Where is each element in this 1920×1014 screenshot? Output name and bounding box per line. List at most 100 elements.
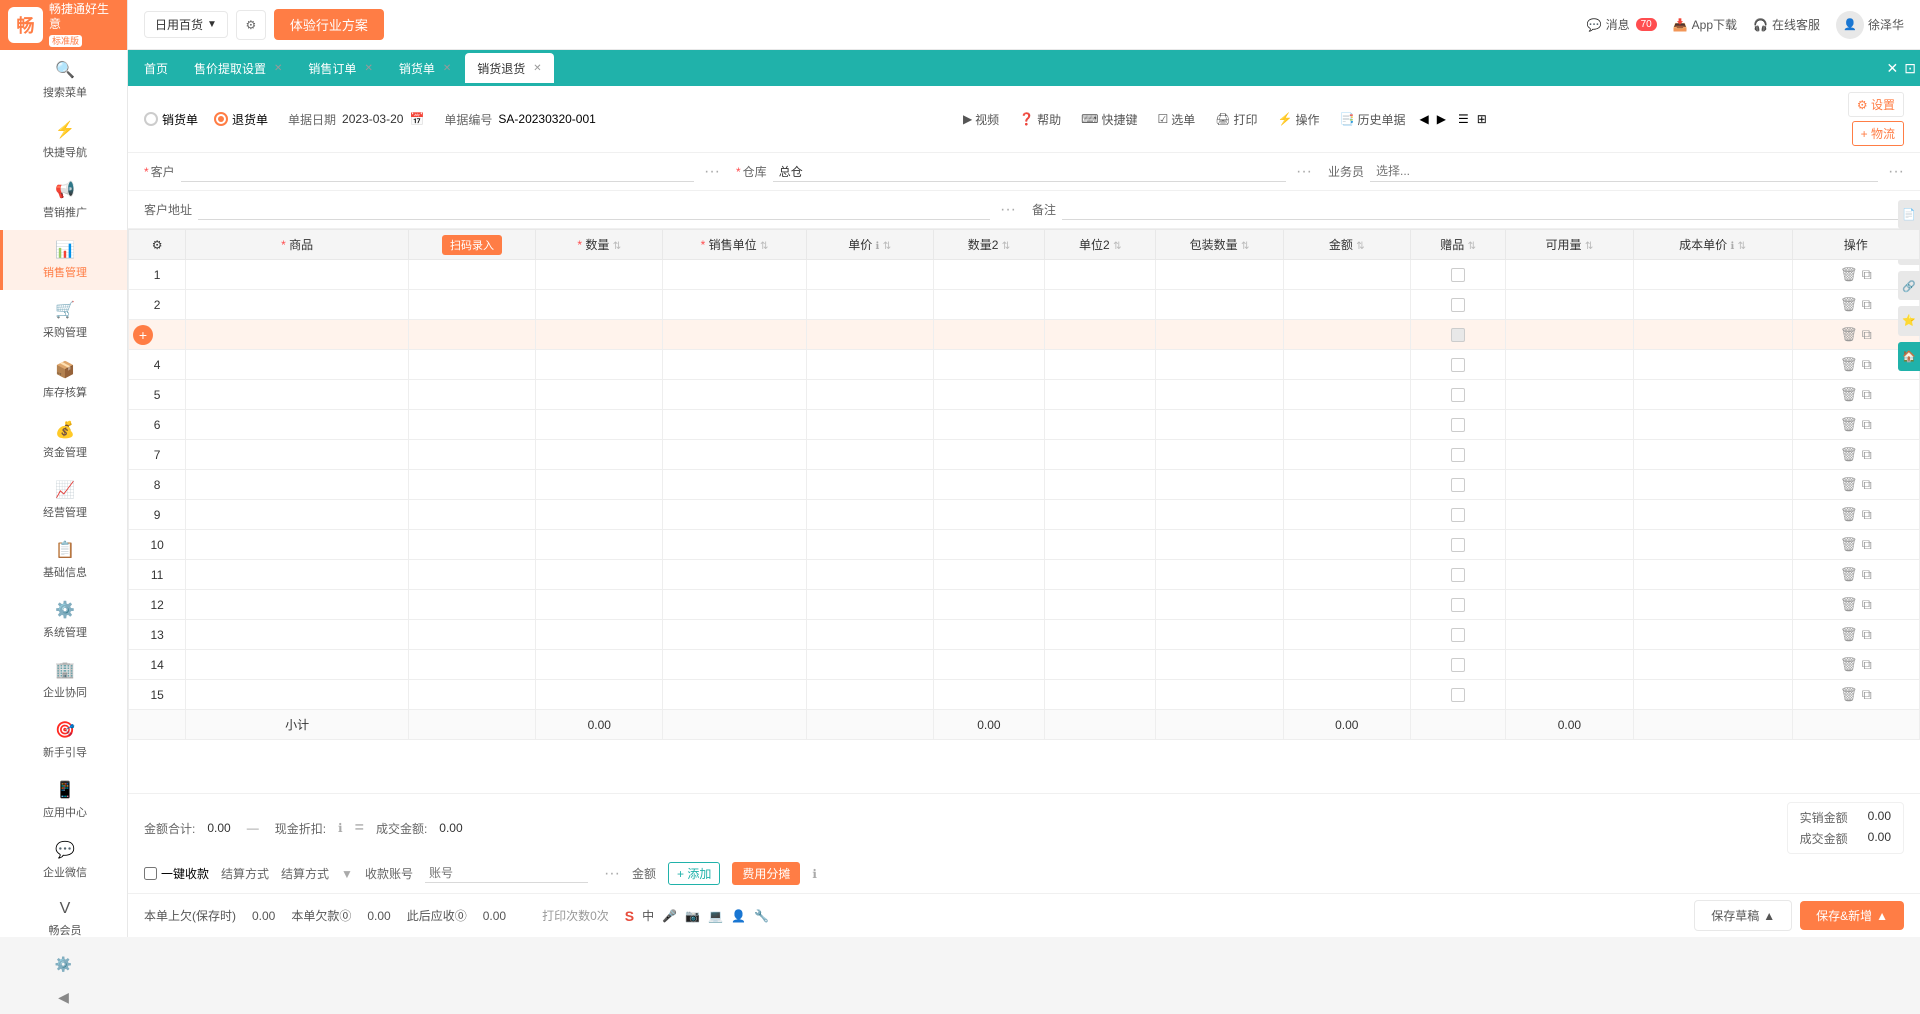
th-settings[interactable]: ⚙ xyxy=(129,230,186,260)
price-sort-icon[interactable]: ⇅ xyxy=(883,241,891,252)
cost-sort-icon[interactable]: ⇅ xyxy=(1738,241,1746,252)
gift-checkbox[interactable] xyxy=(1451,538,1465,552)
add-row-btn[interactable]: + xyxy=(133,325,153,345)
taskbar-icon4[interactable]: 👤 xyxy=(731,909,746,923)
close-tab-btn[interactable]: ✕ xyxy=(1887,60,1899,77)
tab-close-sales-return[interactable]: ✕ xyxy=(533,63,541,74)
price-cell[interactable] xyxy=(806,320,933,350)
nav-prev-icon[interactable]: ◀ xyxy=(1419,112,1428,126)
customer-input[interactable] xyxy=(181,161,694,182)
unit-cell[interactable] xyxy=(663,290,806,320)
experience-btn[interactable]: 体验行业方案 xyxy=(274,9,384,40)
gift-checkbox[interactable] xyxy=(1451,478,1465,492)
delete-row-btn[interactable]: 🗑 xyxy=(1840,656,1858,673)
sidebar-item-marketing[interactable]: 📢 营销推广 xyxy=(0,170,127,230)
unit-cell[interactable] xyxy=(663,260,806,290)
taskbar-icon2[interactable]: 📷 xyxy=(685,909,700,923)
sidebar-collapse-btn[interactable]: ◀ xyxy=(0,981,127,1014)
gift-cell[interactable] xyxy=(1410,320,1505,350)
qty-sort-icon[interactable]: ⇅ xyxy=(613,241,621,252)
toolbar-help-btn[interactable]: ❓ 帮助 xyxy=(1013,109,1067,130)
tab-price-setting[interactable]: 售价提取设置 ✕ xyxy=(182,53,294,83)
pack-cell[interactable] xyxy=(1156,260,1283,290)
salesperson-picker-btn[interactable]: ··· xyxy=(1888,163,1904,181)
qty2-cell[interactable] xyxy=(933,290,1044,320)
qty2-cell[interactable] xyxy=(933,320,1044,350)
delete-row-btn[interactable]: 🗑 xyxy=(1840,326,1858,343)
sidebar-item-purchase[interactable]: 🛒 采购管理 xyxy=(0,290,127,350)
goods-cell[interactable] xyxy=(186,260,409,290)
toolbar-video-btn[interactable]: ▶ 视频 xyxy=(957,109,1005,130)
gift-checkbox[interactable] xyxy=(1451,298,1465,312)
account-picker-btn[interactable]: ··· xyxy=(604,865,620,883)
copy-row-btn[interactable]: ⧉ xyxy=(1862,296,1872,313)
qty2-cell[interactable] xyxy=(933,260,1044,290)
copy-row-btn[interactable]: ⧉ xyxy=(1862,596,1872,613)
gift-checkbox[interactable] xyxy=(1451,628,1465,642)
sidebar-item-wechat[interactable]: 💬 企业微信 xyxy=(0,830,127,890)
float-link-btn[interactable]: 🔗 xyxy=(1898,271,1920,300)
gift-checkbox[interactable] xyxy=(1451,358,1465,372)
copy-row-btn[interactable]: ⧉ xyxy=(1862,266,1872,283)
tab-close-price-setting[interactable]: ✕ xyxy=(274,63,282,74)
scan-input-btn[interactable]: 扫码录入 xyxy=(442,235,502,255)
taskbar-icon1[interactable]: 🎤 xyxy=(662,909,677,923)
goods-input[interactable] xyxy=(186,324,408,346)
online-service-btn[interactable]: 🎧 在线客服 xyxy=(1753,16,1820,33)
tab-sales-order[interactable]: 销售订单 ✕ xyxy=(296,53,384,83)
gift-cell[interactable] xyxy=(1410,290,1505,320)
nav-next-icon[interactable]: ▶ xyxy=(1437,112,1446,126)
expense-info-icon[interactable]: ℹ xyxy=(812,867,817,881)
toolbar-print-btn[interactable]: 🖨 打印 xyxy=(1209,109,1263,130)
gift-checkbox[interactable] xyxy=(1451,418,1465,432)
sidebar-item-guide[interactable]: 🎯 新手引导 xyxy=(0,710,127,770)
tab-close-sales-delivery[interactable]: ✕ xyxy=(443,63,451,74)
gift-checkbox[interactable] xyxy=(1451,448,1465,462)
cost-cell[interactable] xyxy=(1633,290,1792,320)
tab-home[interactable]: 首页 xyxy=(132,53,180,83)
tab-close-sales-order[interactable]: ✕ xyxy=(364,63,372,74)
delete-row-btn[interactable]: 🗑 xyxy=(1840,506,1858,523)
goods-cell[interactable] xyxy=(186,290,409,320)
radio-return[interactable]: 退货单 xyxy=(214,111,268,128)
delete-row-btn[interactable]: 🗑 xyxy=(1840,356,1858,373)
delete-row-btn[interactable]: 🗑 xyxy=(1840,266,1858,283)
app-download-btn[interactable]: 📥 App下载 xyxy=(1673,16,1737,33)
sidebar-item-member[interactable]: V 畅会员 xyxy=(0,890,127,948)
th-scan-btn[interactable]: 扫码录入 xyxy=(408,230,535,260)
qty-cell[interactable] xyxy=(536,290,663,320)
discount-info-icon[interactable]: ℹ xyxy=(338,821,343,835)
delete-row-btn[interactable]: 🗑 xyxy=(1840,476,1858,493)
warehouse-picker-btn[interactable]: ··· xyxy=(1296,163,1312,181)
price-cell[interactable] xyxy=(806,290,933,320)
gift-checkbox[interactable] xyxy=(1451,568,1465,582)
avail-cell[interactable] xyxy=(1506,320,1633,350)
qty2-sort-icon[interactable]: ⇅ xyxy=(1002,241,1010,252)
pack-sort-icon[interactable]: ⇅ xyxy=(1241,241,1249,252)
delete-row-btn[interactable]: 🗑 xyxy=(1840,626,1858,643)
delete-row-btn[interactable]: 🗑 xyxy=(1840,536,1858,553)
pack-cell[interactable] xyxy=(1156,290,1283,320)
goods-cell-active[interactable] xyxy=(186,320,409,350)
qty-cell[interactable] xyxy=(536,260,663,290)
header-settings-btn[interactable]: ⚙ xyxy=(236,10,266,40)
gift-checkbox[interactable] xyxy=(1451,508,1465,522)
copy-row-btn[interactable]: ⧉ xyxy=(1862,686,1872,703)
copy-row-btn[interactable]: ⧉ xyxy=(1862,416,1872,433)
amount-sort-icon[interactable]: ⇅ xyxy=(1356,241,1364,252)
delete-row-btn[interactable]: 🗑 xyxy=(1840,416,1858,433)
copy-row-btn[interactable]: ⧉ xyxy=(1862,656,1872,673)
cost-info-icon[interactable]: ℹ xyxy=(1730,241,1734,252)
unit2-cell[interactable] xyxy=(1045,260,1156,290)
copy-row-btn[interactable]: ⧉ xyxy=(1862,536,1872,553)
customer-addr-input[interactable] xyxy=(198,199,990,220)
tab-sales-delivery[interactable]: 销货单 ✕ xyxy=(387,53,463,83)
form-settings-btn[interactable]: ⚙ 设置 xyxy=(1848,92,1904,117)
delete-row-btn[interactable]: 🗑 xyxy=(1840,296,1858,313)
cost-cell[interactable] xyxy=(1633,260,1792,290)
sidebar-item-inventory[interactable]: 📦 库存核算 xyxy=(0,350,127,410)
delete-row-btn[interactable]: 🗑 xyxy=(1840,446,1858,463)
sidebar-item-search[interactable]: 🔍 搜索菜单 xyxy=(0,50,127,110)
gift-checkbox[interactable] xyxy=(1451,598,1465,612)
payment-checkbox-input[interactable] xyxy=(144,867,157,880)
